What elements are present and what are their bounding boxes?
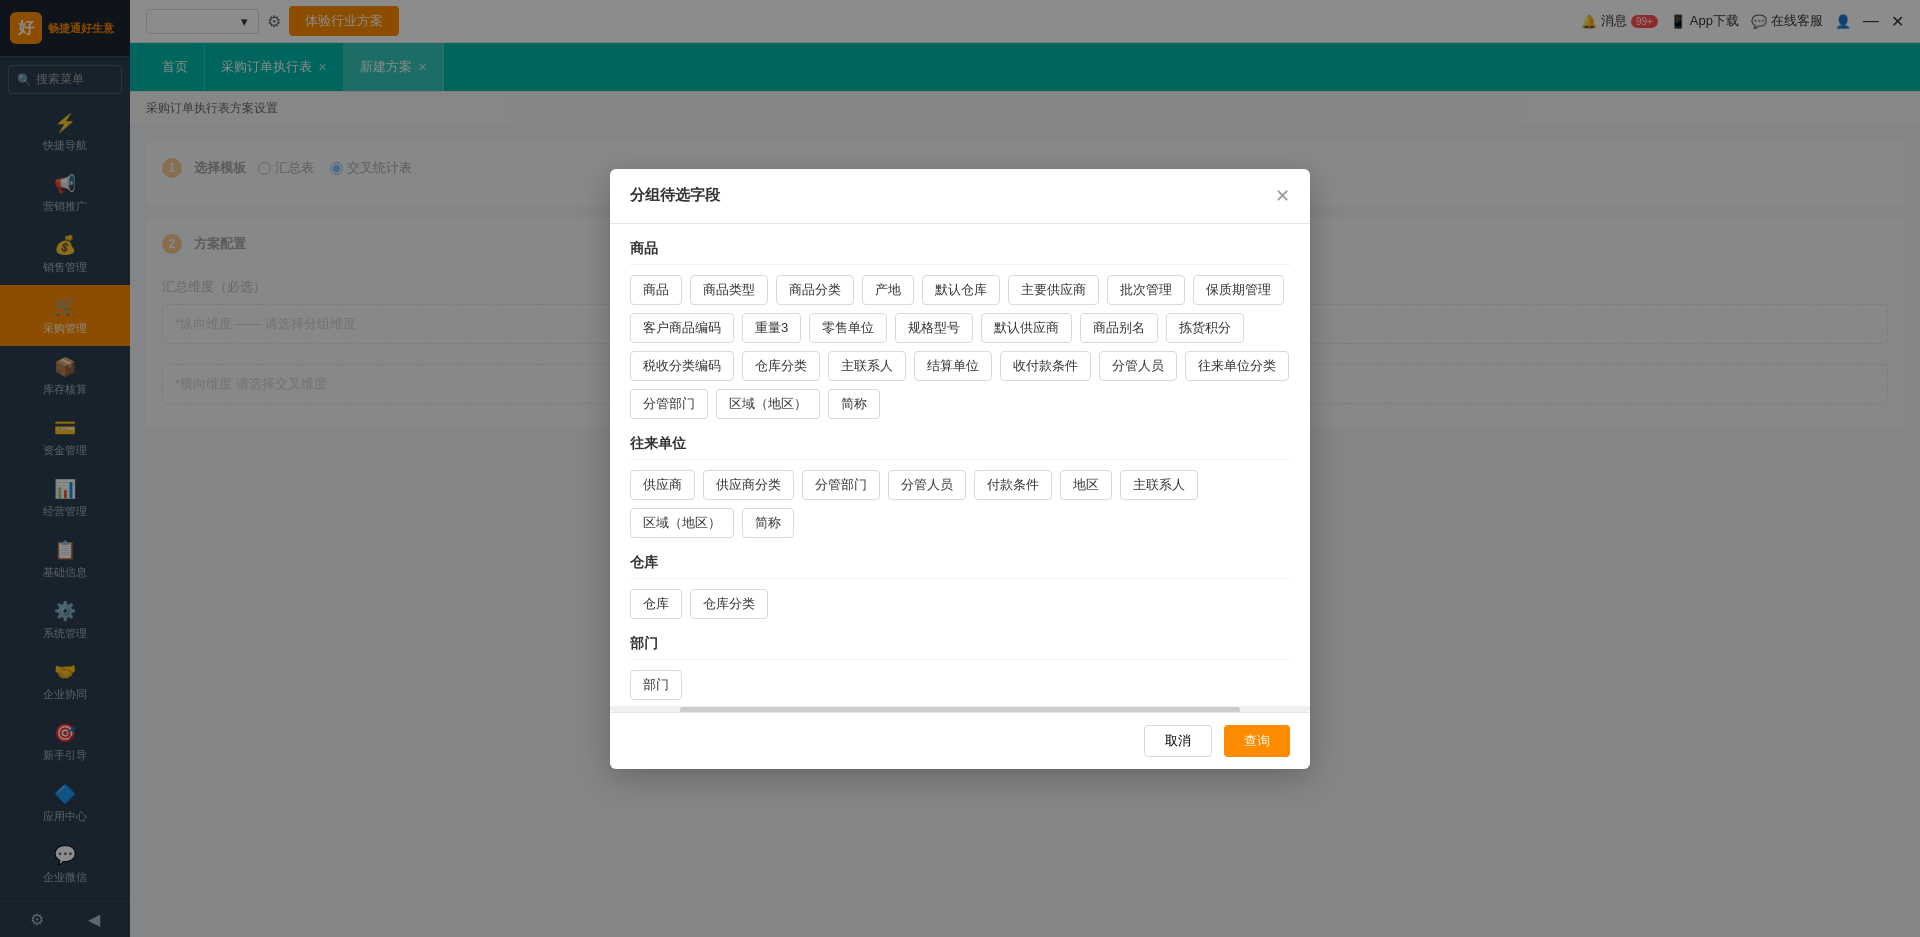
- field-tag-from-unit[interactable]: 往来单位分类: [1185, 351, 1289, 381]
- field-tag-partner-manager[interactable]: 分管人员: [888, 470, 966, 500]
- field-tag-partner-dept[interactable]: 分管部门: [802, 470, 880, 500]
- field-tag-shelf-life[interactable]: 保质期管理: [1193, 275, 1284, 305]
- section-title-department: 部门: [630, 635, 1290, 660]
- section-tags-product: 商品商品类型商品分类产地默认仓库主要供应商批次管理保质期管理客户商品编码重量3 零…: [630, 275, 1290, 419]
- field-tag-default-supplier[interactable]: 默认供应商: [981, 313, 1072, 343]
- modal-overlay: 分组待选字段 ✕ 商品商品商品类型商品分类产地默认仓库主要供应商批次管理保质期管…: [0, 0, 1920, 937]
- section-tags-department: 部门: [630, 670, 1290, 700]
- field-tag-payment-terms[interactable]: 收付款条件: [1000, 351, 1091, 381]
- field-tag-retail-unit[interactable]: 零售单位: [809, 313, 887, 343]
- field-tag-partner-contact[interactable]: 主联系人: [1120, 470, 1198, 500]
- modal-cancel-button[interactable]: 取消: [1144, 725, 1212, 757]
- section-partner: 往来单位供应商供应商分类分管部门分管人员付款条件地区主联系人区域（地区） 简称: [630, 435, 1290, 538]
- field-tag-dept[interactable]: 部门: [630, 670, 682, 700]
- modal-body: 商品商品商品类型商品分类产地默认仓库主要供应商批次管理保质期管理客户商品编码重量…: [610, 224, 1310, 706]
- modal-close-button[interactable]: ✕: [1275, 185, 1290, 207]
- field-tag-partner-short[interactable]: 简称: [742, 508, 794, 538]
- field-tag-payment-condition[interactable]: 付款条件: [974, 470, 1052, 500]
- section-tags-warehouse: 仓库仓库分类: [630, 589, 1290, 619]
- section-warehouse: 仓库仓库仓库分类: [630, 554, 1290, 619]
- field-select-modal: 分组待选字段 ✕ 商品商品商品类型商品分类产地默认仓库主要供应商批次管理保质期管…: [610, 169, 1310, 769]
- field-tag-weight3[interactable]: 重量3: [742, 313, 801, 343]
- field-tag-warehouse-category[interactable]: 仓库分类: [742, 351, 820, 381]
- section-department: 部门部门: [630, 635, 1290, 700]
- field-tag-brand[interactable]: 商品别名: [1080, 313, 1158, 343]
- field-tag-warehouse-cat[interactable]: 仓库分类: [690, 589, 768, 619]
- modal-footer: 取消 查询: [610, 712, 1310, 769]
- field-tag-main-supplier[interactable]: 主要供应商: [1008, 275, 1099, 305]
- field-tag-integral[interactable]: 拣货积分: [1166, 313, 1244, 343]
- field-tag-main-contact[interactable]: 主联系人: [828, 351, 906, 381]
- modal-horizontal-scrollbar[interactable]: [610, 706, 1310, 712]
- section-title-partner: 往来单位: [630, 435, 1290, 460]
- section-product: 商品商品商品类型商品分类产地默认仓库主要供应商批次管理保质期管理客户商品编码重量…: [630, 240, 1290, 419]
- section-title-warehouse: 仓库: [630, 554, 1290, 579]
- modal-header: 分组待选字段 ✕: [610, 169, 1310, 224]
- field-tag-manager[interactable]: 分管人员: [1099, 351, 1177, 381]
- field-tag-partner-region[interactable]: 地区: [1060, 470, 1112, 500]
- modal-confirm-button[interactable]: 查询: [1224, 725, 1290, 757]
- section-tags-partner: 供应商供应商分类分管部门分管人员付款条件地区主联系人区域（地区） 简称: [630, 470, 1290, 538]
- field-tag-origin[interactable]: 产地: [862, 275, 914, 305]
- field-tag-batch-management[interactable]: 批次管理: [1107, 275, 1185, 305]
- field-tag-region[interactable]: 区域（地区）: [716, 389, 820, 419]
- modal-hscroll-thumb: [680, 707, 1240, 712]
- modal-title: 分组待选字段: [630, 186, 720, 205]
- field-tag-partner-area[interactable]: 区域（地区）: [630, 508, 734, 538]
- field-tag-warehouse[interactable]: 仓库: [630, 589, 682, 619]
- field-tag-tax-code[interactable]: 税收分类编码: [630, 351, 734, 381]
- field-tag-dept-managed[interactable]: 分管部门: [630, 389, 708, 419]
- field-tag-product-category[interactable]: 商品分类: [776, 275, 854, 305]
- field-tag-product-type[interactable]: 商品类型: [690, 275, 768, 305]
- field-tag-product[interactable]: 商品: [630, 275, 682, 305]
- field-tag-spec-model[interactable]: 规格型号: [895, 313, 973, 343]
- field-tag-customer-code[interactable]: 客户商品编码: [630, 313, 734, 343]
- field-tag-short-name[interactable]: 简称: [828, 389, 880, 419]
- field-tag-supplier[interactable]: 供应商: [630, 470, 695, 500]
- field-tag-settlement-unit[interactable]: 结算单位: [914, 351, 992, 381]
- field-tag-default-warehouse[interactable]: 默认仓库: [922, 275, 1000, 305]
- section-title-product: 商品: [630, 240, 1290, 265]
- field-tag-supplier-category[interactable]: 供应商分类: [703, 470, 794, 500]
